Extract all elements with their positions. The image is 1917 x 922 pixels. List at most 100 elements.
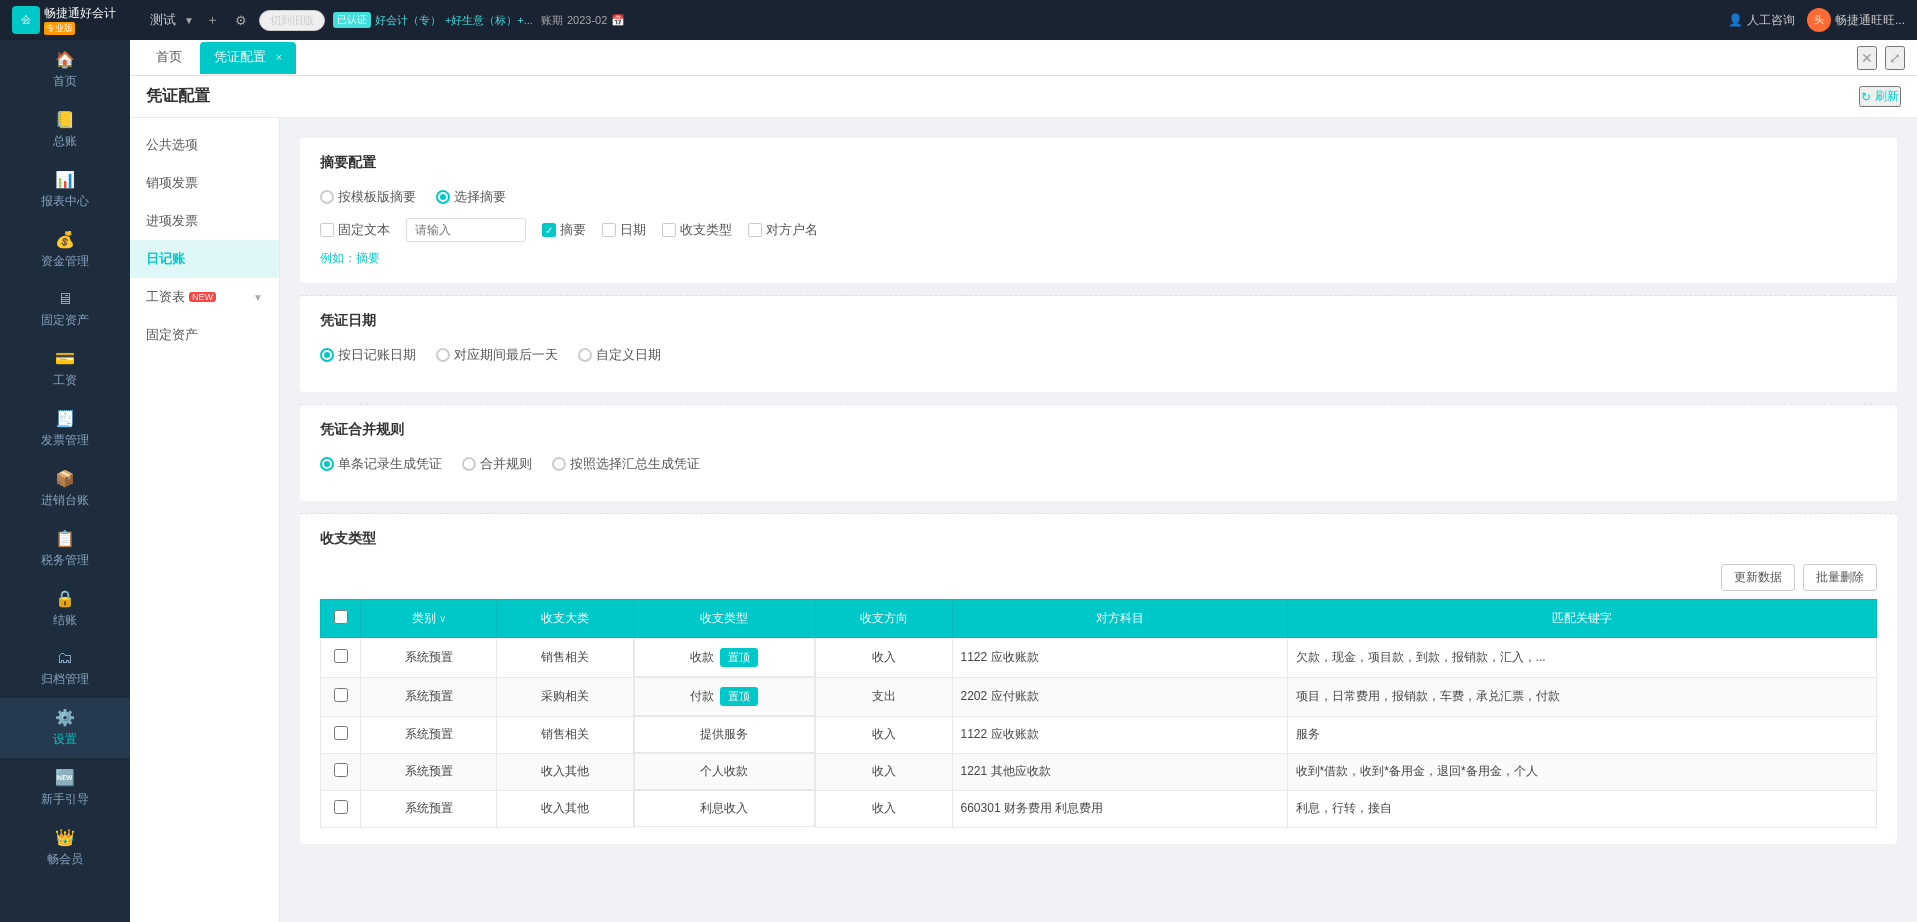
merge-section: 凭证合并规则 单条记录生成凭证 合并规则 按照选择汇总生成凭证	[300, 405, 1897, 501]
checkbox-date[interactable]: 日期	[602, 221, 646, 239]
row-checkbox-1[interactable]	[334, 688, 348, 702]
sort-icon: ∨	[439, 613, 446, 624]
consult-button[interactable]: 👤 人工咨询	[1728, 12, 1795, 29]
window-close-button[interactable]: ✕	[1857, 46, 1877, 70]
period-label: 账期	[541, 13, 563, 28]
sidebar-label-finance: 资金管理	[41, 253, 89, 270]
sidebar-item-ledger[interactable]: 📒 总账	[0, 100, 130, 160]
table-row: 系统预置销售相关收款置顶收入1122 应收账款欠款，现金，项目款，到款，报销款，…	[321, 638, 1877, 678]
table-row: 系统预置收入其他个人收款收入1221 其他应收款收到*借款，收到*备用金，退回*…	[321, 753, 1877, 790]
radio-period-last[interactable]: 对应期间最后一天	[436, 346, 558, 364]
row-checkbox-4[interactable]	[334, 800, 348, 814]
radio-journal-date-label: 按日记账日期	[338, 346, 416, 364]
checkbox-fixed-text[interactable]: 固定文本	[320, 221, 390, 239]
checkbox-counterpart[interactable]: 对方户名	[748, 221, 818, 239]
cell-direction-4: 收入	[816, 790, 952, 827]
sidebar-item-assets[interactable]: 🖥 固定资产	[0, 280, 130, 339]
close-accounts-icon: 🔒	[55, 589, 75, 608]
batch-delete-button[interactable]: 批量删除	[1803, 564, 1877, 591]
menu-item-payroll[interactable]: 工资表 NEW ▼	[130, 278, 279, 316]
main-layout: 🏠 首页 📒 总账 📊 报表中心 💰 资金管理 🖥 固定资产 💳 工资 🧾 发票…	[0, 40, 1917, 922]
refresh-button[interactable]: ↻ 刷新	[1859, 86, 1901, 107]
sidebar-item-purchase[interactable]: 📦 进销台账	[0, 459, 130, 519]
menu-item-journal[interactable]: 日记账	[130, 240, 279, 278]
tab-home[interactable]: 首页	[142, 42, 196, 74]
guide-icon: 🆕	[55, 768, 75, 787]
radio-journal-date-circle	[320, 348, 334, 362]
fixed-text-input[interactable]	[406, 218, 526, 242]
date-section-title: 凭证日期	[320, 312, 1877, 330]
sidebar-item-salary[interactable]: 💳 工资	[0, 339, 130, 399]
checkbox-summary[interactable]: ✓ 摘要	[542, 221, 586, 239]
menu-label-sales-invoice: 销项发票	[146, 174, 198, 192]
radio-merge-rules[interactable]: 合并规则	[462, 455, 532, 473]
checkbox-income-type-label: 收支类型	[680, 221, 732, 239]
radio-summary-generate[interactable]: 按照选择汇总生成凭证	[552, 455, 700, 473]
cell-subject-1: 2202 应付账款	[952, 677, 1287, 716]
merge-radio-group: 单条记录生成凭证 合并规则 按照选择汇总生成凭证	[320, 455, 1877, 473]
radio-summary-generate-label: 按照选择汇总生成凭证	[570, 455, 700, 473]
sidebar-item-settings[interactable]: ⚙️ 设置	[0, 698, 130, 758]
left-menu: 公共选项 销项发票 进项发票 日记账 工资表 NEW ▼ 固定资产	[130, 118, 280, 922]
menu-item-sales-invoice[interactable]: 销项发票	[130, 164, 279, 202]
row-checkbox-0[interactable]	[334, 649, 348, 663]
sidebar-item-member[interactable]: 👑 畅会员	[0, 818, 130, 878]
sidebar-item-invoice-mgmt[interactable]: 🧾 发票管理	[0, 399, 130, 459]
cell-keywords-2: 服务	[1287, 716, 1876, 753]
sidebar-item-reports[interactable]: 📊 报表中心	[0, 160, 130, 220]
ledger-icon: 📒	[55, 110, 75, 129]
sidebar-item-home[interactable]: 🏠 首页	[0, 40, 130, 100]
settings-icon: ⚙️	[55, 708, 75, 727]
top-tag-button-0[interactable]: 置顶	[720, 648, 758, 667]
tab-close-icon[interactable]: ×	[276, 51, 282, 63]
cell-direction-3: 收入	[816, 753, 952, 790]
table-header-bar: 更新数据 批量删除	[320, 564, 1877, 591]
radio-template-summary[interactable]: 按模板版摘要	[320, 188, 416, 206]
checkbox-income-type[interactable]: 收支类型	[662, 221, 732, 239]
cell-type-major-3: 收入其他	[497, 753, 633, 790]
sidebar-item-archive[interactable]: 🗂 归档管理	[0, 639, 130, 698]
radio-custom-date[interactable]: 自定义日期	[578, 346, 661, 364]
select-all-checkbox[interactable]	[334, 610, 348, 624]
row-checkbox-2[interactable]	[334, 726, 348, 740]
top-bar: 会 畅捷通好会计 专业版 测试 ▼ ＋ ⚙ 切到旧版 已认证 好会计（专） +好…	[0, 0, 1917, 40]
cell-keywords-3: 收到*借款，收到*备用金，退回*备用金，个人	[1287, 753, 1876, 790]
top-bar-middle: 测试 ▼ ＋ ⚙ 切到旧版 已认证 好会计（专） +好生意（标）+... 账期 …	[150, 9, 1720, 31]
sidebar-item-close[interactable]: 🔒 结账	[0, 579, 130, 639]
sidebar-label-member: 畅会员	[47, 851, 83, 868]
checkbox-summary-label: 摘要	[560, 221, 586, 239]
window-controls: ✕ ⤢	[1857, 46, 1905, 70]
add-icon[interactable]: ＋	[202, 9, 223, 31]
tab-voucher[interactable]: 凭证配置 ×	[200, 42, 296, 74]
page-header: 凭证配置 ↻ 刷新	[130, 76, 1917, 118]
th-subject: 对方科目	[952, 600, 1287, 638]
top-tag-button-1[interactable]: 置顶	[720, 687, 758, 706]
calendar-icon[interactable]: 📅	[611, 14, 625, 27]
sidebar-item-finance[interactable]: 💰 资金管理	[0, 220, 130, 280]
radio-select-circle	[436, 190, 450, 204]
company-dropdown-icon[interactable]: ▼	[184, 15, 194, 26]
good-accounting-label: 好会计（专）	[375, 13, 441, 28]
checkbox-income-type-box	[662, 223, 676, 237]
row-checkbox-3[interactable]	[334, 763, 348, 777]
radio-single-record[interactable]: 单条记录生成凭证	[320, 455, 442, 473]
sidebar-item-tax[interactable]: 📋 税务管理	[0, 519, 130, 579]
sidebar-item-guide[interactable]: 🆕 新手引导	[0, 758, 130, 818]
sidebar-label-guide: 新手引导	[41, 791, 89, 808]
content-area: 首页 凭证配置 × ✕ ⤢ 凭证配置 ↻ 刷新 公共选项	[130, 40, 1917, 922]
update-data-button[interactable]: 更新数据	[1721, 564, 1795, 591]
purchase-icon: 📦	[55, 469, 75, 488]
cell-type-major-4: 收入其他	[497, 790, 633, 827]
menu-item-fixed-assets[interactable]: 固定资产	[130, 316, 279, 354]
radio-select-summary[interactable]: 选择摘要	[436, 188, 506, 206]
settings-gear-icon[interactable]: ⚙	[231, 11, 251, 30]
page-title: 凭证配置	[146, 86, 210, 107]
window-maximize-button[interactable]: ⤢	[1885, 46, 1905, 70]
radio-journal-date[interactable]: 按日记账日期	[320, 346, 416, 364]
menu-item-public[interactable]: 公共选项	[130, 126, 279, 164]
radio-period-last-circle	[436, 348, 450, 362]
menu-item-purchase-invoice[interactable]: 进项发票	[130, 202, 279, 240]
user-menu[interactable]: 头 畅捷通旺旺...	[1807, 8, 1905, 32]
cell-category-1: 系统预置	[361, 677, 497, 716]
switch-version-button[interactable]: 切到旧版	[259, 10, 325, 31]
